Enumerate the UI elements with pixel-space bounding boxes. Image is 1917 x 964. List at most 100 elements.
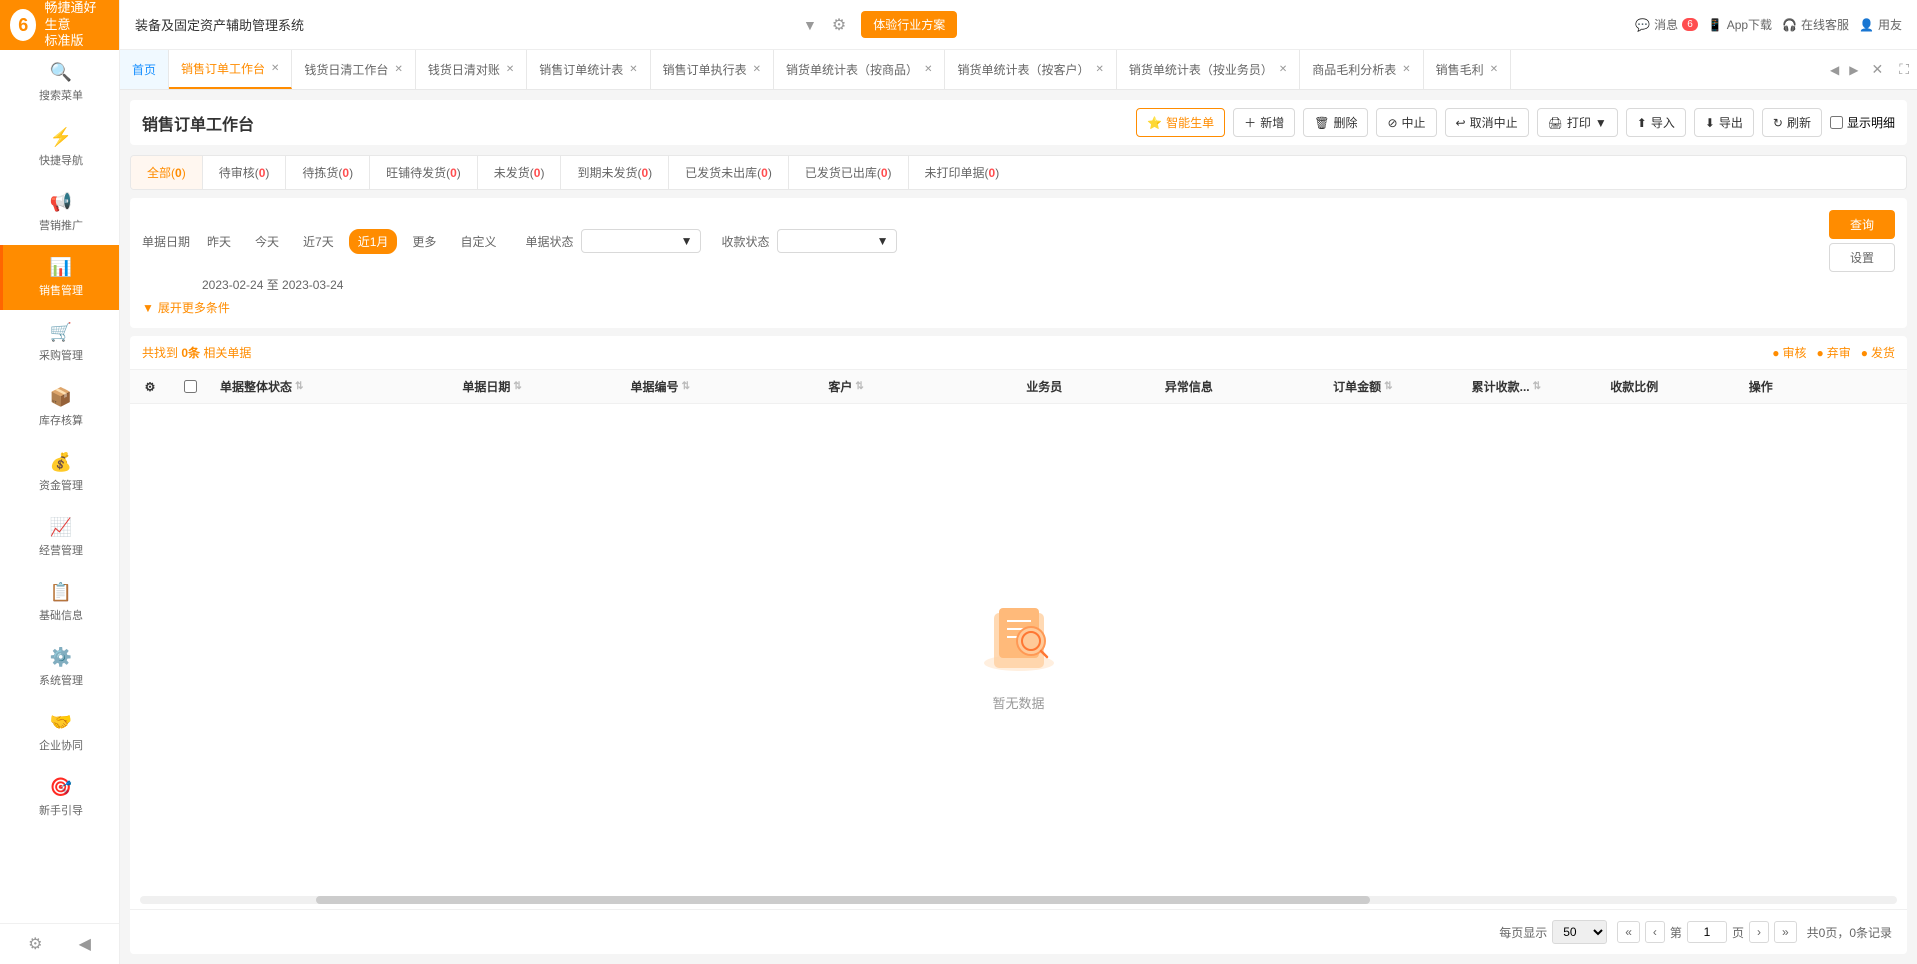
payment-select[interactable]: ▼ bbox=[777, 229, 897, 253]
sidebar-item-guide[interactable]: 🎯 新手引导 bbox=[0, 765, 119, 830]
sidebar-item-sales[interactable]: 📊 销售管理 bbox=[0, 245, 119, 310]
date-btn-今天[interactable]: 今天 bbox=[246, 229, 288, 254]
industry-btn[interactable]: 体验行业方案 bbox=[861, 11, 957, 38]
tab-close-goods-margin[interactable]: ✕ bbox=[1402, 64, 1410, 75]
col-date-sort[interactable]: ⇅ bbox=[513, 381, 521, 392]
sidebar-item-search[interactable]: 🔍 搜索菜单 bbox=[0, 50, 119, 115]
page-size-select[interactable]: 50 100 200 bbox=[1552, 920, 1607, 944]
tab-close-sales-revenue[interactable]: ✕ bbox=[1490, 64, 1498, 75]
sidebar-item-finance[interactable]: 💰 资金管理 bbox=[0, 440, 119, 505]
col-settings[interactable]: ⚙ bbox=[130, 380, 170, 394]
set-btn[interactable]: 设置 bbox=[1829, 243, 1895, 272]
refresh-btn[interactable]: ↻ 刷新 bbox=[1762, 108, 1822, 137]
date-btn-近1月[interactable]: 近1月 bbox=[349, 229, 398, 254]
filter-tab-wangpu-pending[interactable]: 旺铺待发货(0) bbox=[370, 156, 478, 189]
filter-tab-pending-review[interactable]: 待审核(0) bbox=[203, 156, 287, 189]
col-status-sort[interactable]: ⇅ bbox=[295, 381, 303, 392]
tab-close-sales-staff-stats[interactable]: ✕ bbox=[1279, 64, 1287, 75]
tab-cash-reconcile[interactable]: 钱货日清对账✕ bbox=[416, 50, 527, 89]
review-op-btn[interactable]: ● 审核 bbox=[1772, 344, 1806, 361]
tab-sales-product-stats[interactable]: 销货单统计表（按商品）✕ bbox=[774, 50, 945, 89]
tab-goods-margin[interactable]: 商品毛利分析表✕ bbox=[1300, 50, 1423, 89]
detail-checkbox[interactable] bbox=[1830, 116, 1843, 129]
filter-tab-expired-not-shipped[interactable]: 到期未发货(0) bbox=[561, 156, 669, 189]
horizontal-scrollbar[interactable] bbox=[140, 896, 1897, 904]
filter-tab-not-printed[interactable]: 未打印单据(0) bbox=[909, 156, 1016, 189]
tab-sales-revenue[interactable]: 销售毛利✕ bbox=[1424, 50, 1511, 89]
col-customer-sort[interactable]: ⇅ bbox=[855, 381, 863, 392]
tab-close-sales-product-stats[interactable]: ✕ bbox=[924, 64, 932, 75]
new-btn[interactable]: ＋ 新增 bbox=[1233, 108, 1295, 137]
tab-close-all[interactable]: ✕ bbox=[1863, 61, 1891, 78]
import-btn[interactable]: ⬆ 导入 bbox=[1626, 108, 1686, 137]
collapse-icon[interactable]: ◀ bbox=[79, 934, 91, 954]
tab-sales-customer-stats[interactable]: 销货单统计表（按客户）✕ bbox=[945, 50, 1116, 89]
sidebar-item-inventory[interactable]: 📦 库存核算 bbox=[0, 375, 119, 440]
date-btn-昨天[interactable]: 昨天 bbox=[198, 229, 240, 254]
tab-nav-next[interactable]: ▶ bbox=[1844, 63, 1863, 77]
ship-op-btn[interactable]: ● 发货 bbox=[1861, 344, 1895, 361]
filter-tab-all[interactable]: 全部(0) bbox=[131, 156, 203, 189]
export-btn[interactable]: ⬇ 导出 bbox=[1694, 108, 1754, 137]
col-collected-sort[interactable]: ⇅ bbox=[1533, 381, 1541, 392]
sidebar-item-quick-nav[interactable]: ⚡ 快捷导航 bbox=[0, 115, 119, 180]
col-number-sort[interactable]: ⇅ bbox=[682, 381, 690, 392]
tab-close-sales-stats[interactable]: ✕ bbox=[629, 64, 637, 75]
select-all-checkbox[interactable] bbox=[184, 380, 197, 393]
tab-nav-prev[interactable]: ◀ bbox=[1825, 63, 1844, 77]
sidebar-item-basic-info[interactable]: 📋 基础信息 bbox=[0, 570, 119, 635]
date-btn-自定义[interactable]: 自定义 bbox=[451, 229, 505, 254]
plus-icon: ＋ bbox=[1244, 114, 1256, 131]
expand-btn[interactable]: ▼ 展开更多条件 bbox=[142, 299, 1895, 316]
tab-close-sales-customer-stats[interactable]: ✕ bbox=[1095, 64, 1103, 75]
print-btn[interactable]: 🖨 打印 ▼ bbox=[1537, 108, 1618, 137]
settings-icon[interactable]: ⚙ bbox=[28, 934, 42, 954]
col-amount-sort[interactable]: ⇅ bbox=[1384, 381, 1392, 392]
tab-close-sales-workbench[interactable]: ✕ bbox=[271, 63, 279, 74]
logo-icon: 6 bbox=[10, 9, 36, 41]
col-checkbox[interactable] bbox=[170, 380, 210, 393]
tab-sales-workbench[interactable]: 销售订单工作台 ✕ bbox=[169, 50, 292, 89]
filter-tab-shipped-out[interactable]: 已发货已出库(0) bbox=[789, 156, 909, 189]
filter-tab-shipped-not-out[interactable]: 已发货未出库(0) bbox=[669, 156, 789, 189]
user-btn[interactable]: 👤 用友 bbox=[1859, 16, 1902, 33]
date-btn-近7天[interactable]: 近7天 bbox=[294, 229, 343, 254]
status-select[interactable]: ▼ bbox=[581, 229, 701, 253]
date-btn-更多[interactable]: 更多 bbox=[403, 229, 445, 254]
cancel-review-op-btn[interactable]: ● 弃审 bbox=[1816, 344, 1850, 361]
online-service-btn[interactable]: 🎧 在线客服 bbox=[1782, 16, 1849, 33]
tab-sales-exec[interactable]: 销售订单执行表✕ bbox=[651, 50, 774, 89]
tab-label-sales-workbench: 销售订单工作台 bbox=[181, 60, 265, 77]
tab-home[interactable]: 首页 bbox=[120, 50, 169, 89]
page-last-btn[interactable]: » bbox=[1774, 921, 1797, 943]
sidebar-item-purchase[interactable]: 🛒 采购管理 bbox=[0, 310, 119, 375]
sidebar-item-enterprise[interactable]: 🤝 企业协同 bbox=[0, 700, 119, 765]
tab-cash-daily[interactable]: 钱货日清工作台✕ bbox=[292, 50, 415, 89]
cancel-stop-btn[interactable]: ↩ 取消中止 bbox=[1445, 108, 1529, 137]
page-next-btn[interactable]: › bbox=[1749, 921, 1769, 943]
sidebar-icon-quick-nav: ⚡ bbox=[50, 127, 72, 148]
delete-btn[interactable]: 🗑 删除 bbox=[1303, 108, 1368, 137]
system-dropdown-icon[interactable]: ▼ bbox=[803, 17, 817, 33]
tab-sales-stats[interactable]: 销售订单统计表✕ bbox=[527, 50, 650, 89]
settings-gear-icon[interactable]: ⚙ bbox=[832, 15, 846, 35]
stop-btn[interactable]: ⊘ 中止 bbox=[1376, 108, 1436, 137]
sidebar-item-marketing[interactable]: 📢 营销推广 bbox=[0, 180, 119, 245]
sidebar-item-operations[interactable]: 📈 经营管理 bbox=[0, 505, 119, 570]
detail-checkbox-label[interactable]: 显示明细 bbox=[1830, 114, 1895, 131]
app-download-btn[interactable]: 📱 App下载 bbox=[1708, 16, 1772, 33]
tab-close-cash-daily[interactable]: ✕ bbox=[394, 64, 402, 75]
page-first-btn[interactable]: « bbox=[1617, 921, 1640, 943]
filter-tab-pending-inspect[interactable]: 待拣货(0) bbox=[286, 156, 370, 189]
message-btn[interactable]: 💬 消息 6 bbox=[1635, 16, 1698, 33]
tab-sales-staff-stats[interactable]: 销货单统计表（按业务员）✕ bbox=[1117, 50, 1300, 89]
filter-tab-not-shipped[interactable]: 未发货(0) bbox=[478, 156, 562, 189]
page-input[interactable] bbox=[1687, 921, 1727, 943]
sidebar-item-system[interactable]: ⚙️ 系统管理 bbox=[0, 635, 119, 700]
query-btn[interactable]: 查询 bbox=[1829, 210, 1895, 239]
tab-maximize[interactable]: ⛶ bbox=[1891, 61, 1917, 78]
page-prev-btn[interactable]: ‹ bbox=[1645, 921, 1665, 943]
smart-create-btn[interactable]: ⭐ 智能生单 bbox=[1136, 108, 1225, 137]
tab-close-cash-reconcile[interactable]: ✕ bbox=[506, 64, 514, 75]
tab-close-sales-exec[interactable]: ✕ bbox=[753, 64, 761, 75]
